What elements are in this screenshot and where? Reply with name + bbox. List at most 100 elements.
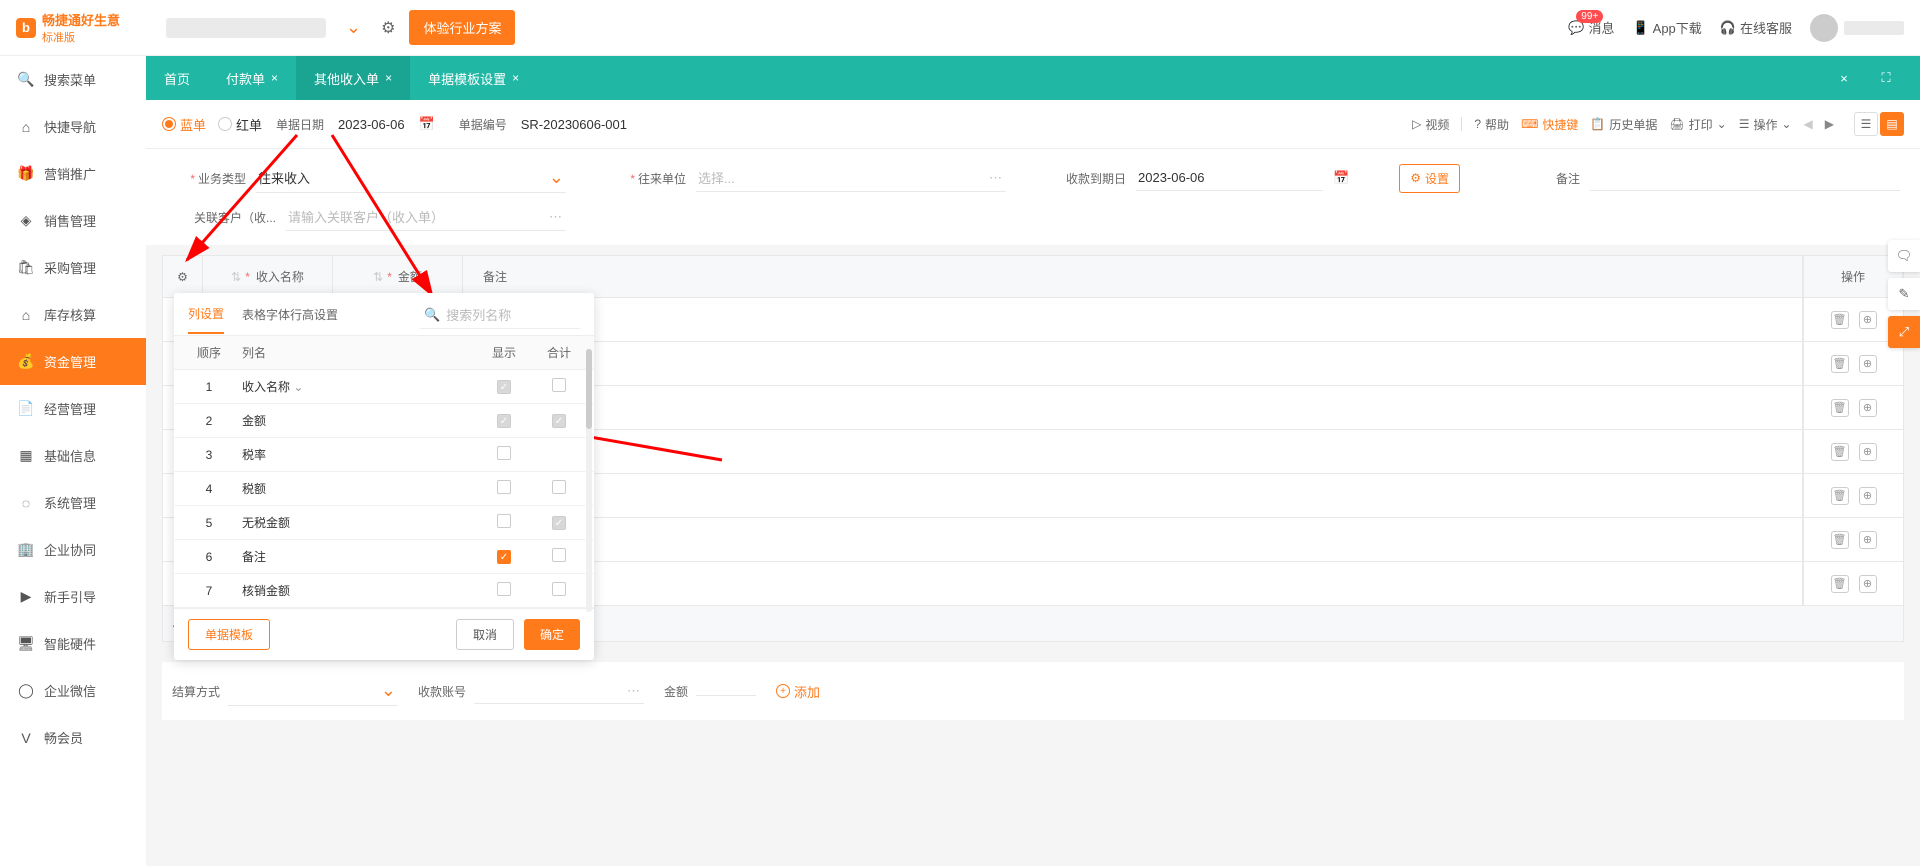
settle-amount-input[interactable]: [696, 687, 756, 696]
app-download-link[interactable]: 📱 App下载: [1632, 18, 1701, 37]
sidebar-item-wechat-work[interactable]: ◯企业微信: [0, 667, 146, 714]
view-detail-button[interactable]: ▤: [1880, 112, 1904, 136]
experience-button[interactable]: 体验行业方案: [409, 10, 515, 45]
sidebar-item-basic[interactable]: ▦基础信息: [0, 432, 146, 479]
checkbox[interactable]: [552, 480, 566, 494]
checkbox[interactable]: [497, 514, 511, 528]
calendar-icon[interactable]: 📅: [419, 116, 435, 132]
company-selector[interactable]: ⌄ ⚙: [166, 17, 395, 38]
delete-icon[interactable]: 🗑: [1831, 487, 1849, 505]
remark-input[interactable]: [1590, 165, 1900, 191]
popup-tab-columns[interactable]: 列设置: [188, 305, 224, 334]
fullscreen-icon[interactable]: ⛶: [1874, 66, 1898, 90]
sidebar-item-enterprise[interactable]: 🏢企业协同: [0, 526, 146, 573]
support-link[interactable]: 🎧 在线客服: [1720, 18, 1792, 37]
checkbox[interactable]: [552, 378, 566, 392]
sidebar-item-marketing[interactable]: 🎁营销推广: [0, 150, 146, 197]
close-icon[interactable]: ×: [512, 71, 519, 85]
prev-icon[interactable]: ◀: [1804, 117, 1813, 131]
tab-other-income[interactable]: 其他收入单×: [296, 56, 410, 100]
popup-search-input[interactable]: 🔍 搜索列名称: [420, 303, 580, 329]
sidebar-item-quick-nav[interactable]: ⌂快捷导航: [0, 103, 146, 150]
checkbox[interactable]: [552, 582, 566, 596]
settle-method-select[interactable]: ⌄: [228, 676, 398, 706]
float-edit-icon[interactable]: ✎: [1888, 278, 1920, 310]
message-link[interactable]: 💬 消息 99+: [1568, 18, 1614, 37]
col-row[interactable]: 3税率: [174, 438, 594, 472]
col-row[interactable]: 7核销金额: [174, 574, 594, 608]
delete-icon[interactable]: 🗑: [1831, 443, 1849, 461]
due-date-input[interactable]: 2023-06-06: [1136, 165, 1323, 191]
print-button[interactable]: 🖨打印⌄: [1669, 116, 1726, 133]
help-button[interactable]: ?帮助: [1474, 116, 1509, 133]
template-button[interactable]: 单据模板: [188, 619, 270, 650]
copy-icon[interactable]: ⊕: [1859, 399, 1877, 417]
col-row[interactable]: 6备注: [174, 540, 594, 574]
user-menu[interactable]: [1810, 14, 1904, 42]
checkbox[interactable]: [497, 550, 511, 564]
biz-type-select[interactable]: 往来收入⌄: [256, 163, 566, 193]
col-row[interactable]: 2金额: [174, 404, 594, 438]
sidebar-item-system[interactable]: ◌系统管理: [0, 479, 146, 526]
checkbox[interactable]: [497, 480, 511, 494]
view-list-button[interactable]: ☰: [1854, 112, 1878, 136]
popup-scrollbar[interactable]: [586, 349, 592, 612]
copy-icon[interactable]: ⊕: [1859, 311, 1877, 329]
doc-date-value[interactable]: 2023-06-06: [338, 117, 405, 132]
next-icon[interactable]: ▶: [1825, 117, 1834, 131]
sidebar-item-funds[interactable]: 💰资金管理: [0, 338, 146, 385]
cancel-button[interactable]: 取消: [456, 619, 514, 650]
tab-template-settings[interactable]: 单据模板设置×: [410, 56, 537, 100]
radio-blue[interactable]: 蓝单: [162, 115, 206, 134]
checkbox[interactable]: [497, 582, 511, 596]
copy-icon[interactable]: ⊕: [1859, 487, 1877, 505]
assoc-customer-input[interactable]: 请输入关联客户（收入单）⋯: [286, 203, 566, 231]
confirm-button[interactable]: 确定: [524, 619, 580, 650]
settings-button[interactable]: ⚙设置: [1399, 164, 1460, 193]
table-config-button[interactable]: ⚙: [163, 256, 203, 297]
tab-payment[interactable]: 付款单×: [208, 56, 296, 100]
col-amount[interactable]: ⇅*金额: [333, 256, 463, 297]
checkbox[interactable]: [552, 516, 566, 530]
checkbox[interactable]: [552, 548, 566, 562]
sidebar-item-search-menu[interactable]: 🔍搜索菜单: [0, 56, 146, 103]
tab-close-all-button[interactable]: ×: [1832, 66, 1856, 90]
delete-icon[interactable]: 🗑: [1831, 531, 1849, 549]
col-income-name[interactable]: ⇅*收入名称: [203, 256, 333, 297]
sidebar-item-member[interactable]: V畅会员: [0, 714, 146, 761]
close-icon[interactable]: ×: [271, 71, 278, 85]
copy-icon[interactable]: ⊕: [1859, 531, 1877, 549]
radio-red[interactable]: 红单: [218, 115, 262, 134]
close-icon[interactable]: ×: [385, 71, 392, 85]
settle-account-select[interactable]: ⋯: [474, 679, 644, 704]
tab-home[interactable]: 首页: [146, 56, 208, 100]
party-select[interactable]: 选择...⋯: [696, 164, 1006, 192]
operate-button[interactable]: ☰操作⌄: [1739, 116, 1792, 133]
popup-tab-lineheight[interactable]: 表格字体行高设置: [242, 306, 338, 333]
checkbox[interactable]: [497, 414, 511, 428]
copy-icon[interactable]: ⊕: [1859, 443, 1877, 461]
sidebar-item-hardware[interactable]: 🖥智能硬件: [0, 620, 146, 667]
checkbox[interactable]: [552, 414, 566, 428]
copy-icon[interactable]: ⊕: [1859, 575, 1877, 593]
sidebar-item-inventory[interactable]: ⌂库存核算: [0, 291, 146, 338]
delete-icon[interactable]: 🗑: [1831, 575, 1849, 593]
delete-icon[interactable]: 🗑: [1831, 399, 1849, 417]
calendar-icon[interactable]: 📅: [1333, 170, 1349, 186]
col-row[interactable]: 4税额: [174, 472, 594, 506]
copy-icon[interactable]: ⊕: [1859, 355, 1877, 373]
checkbox[interactable]: [497, 380, 511, 394]
col-row[interactable]: 5无税金额: [174, 506, 594, 540]
add-settlement-button[interactable]: +添加: [776, 682, 820, 701]
sidebar-item-sales[interactable]: ◈销售管理: [0, 197, 146, 244]
sidebar-item-purchase[interactable]: 🛍采购管理: [0, 244, 146, 291]
gear-icon[interactable]: ⚙: [381, 18, 395, 38]
video-help-button[interactable]: ▷视频: [1412, 116, 1449, 133]
sidebar-item-operation[interactable]: 📄经营管理: [0, 385, 146, 432]
shortcut-button[interactable]: ⌨快捷键: [1521, 116, 1578, 133]
checkbox[interactable]: [497, 446, 511, 460]
float-note-icon[interactable]: 🗨: [1888, 240, 1920, 272]
col-row[interactable]: 1收入名称 ⌄: [174, 370, 594, 404]
sidebar-item-guide[interactable]: ▶新手引导: [0, 573, 146, 620]
float-expand-icon[interactable]: ⤢: [1888, 316, 1920, 348]
